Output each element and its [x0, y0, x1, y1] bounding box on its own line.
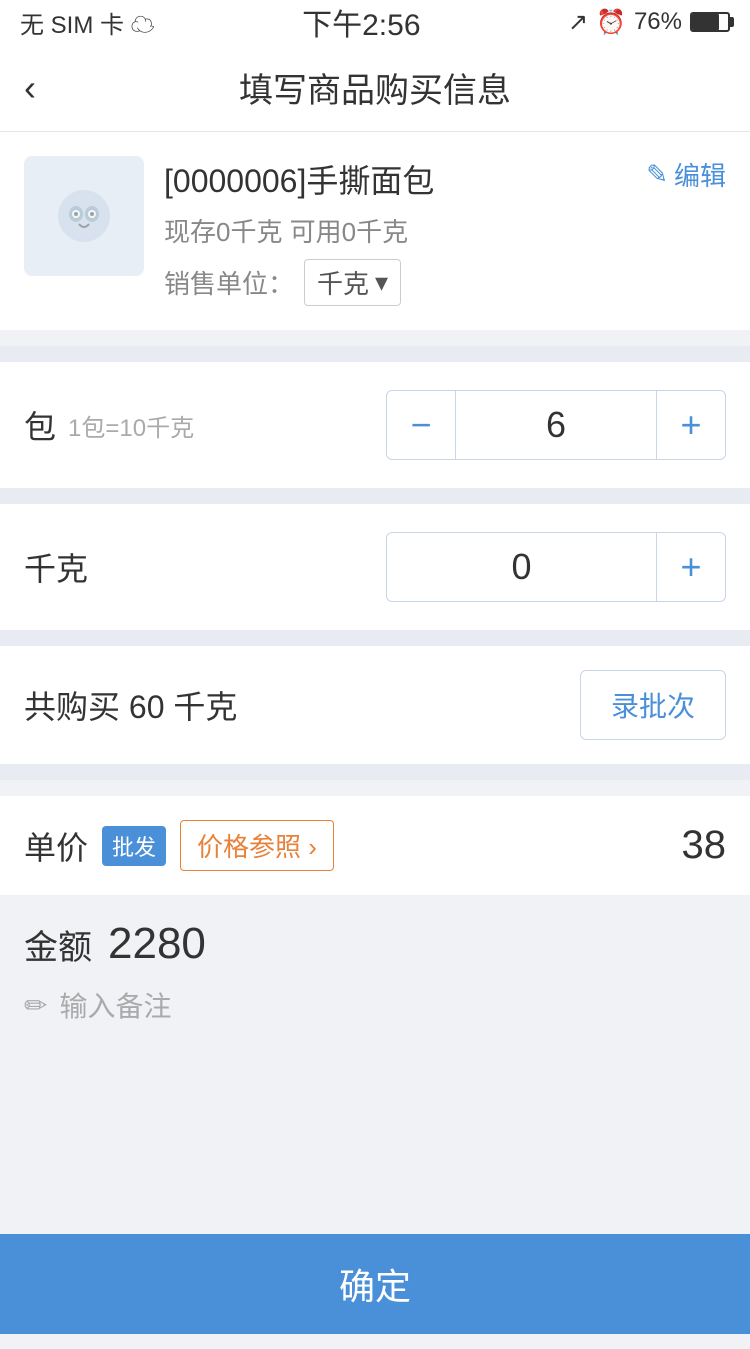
- back-button[interactable]: ‹: [24, 67, 36, 109]
- bao-controls: − +: [386, 390, 726, 460]
- remark-text: 输入备注: [59, 985, 171, 1025]
- product-info: [0000006]手撕面包 ✎ 编辑 现存0千克 可用0千克 销售单位： 千克 …: [164, 156, 726, 306]
- page-title: 填写商品购买信息: [239, 63, 511, 112]
- nav-bar: ‹ 填写商品购买信息: [0, 44, 750, 132]
- status-bar: 无 SIM 卡 ☁ 下午2:56 ↗ ⏰ 76%: [0, 0, 750, 44]
- separator-2: [0, 488, 750, 504]
- pencil-icon: ✏: [24, 989, 47, 1022]
- bao-plus-button[interactable]: +: [656, 390, 726, 460]
- kg-controls: +: [386, 532, 726, 602]
- amount-section: 金额 2280 ✏ 输入备注: [0, 895, 750, 1049]
- product-header: [0000006]手撕面包 ✎ 编辑: [164, 156, 726, 212]
- kg-section: 千克 +: [0, 504, 750, 630]
- bao-label: 包 1包=10千克: [24, 402, 194, 448]
- kg-row: 千克 +: [24, 504, 726, 630]
- price-left: 单价 批发 价格参照 ›: [24, 820, 334, 871]
- product-image: [24, 156, 144, 276]
- unit-select[interactable]: 千克 ▾: [304, 259, 401, 306]
- remark-row[interactable]: ✏ 输入备注: [24, 985, 726, 1025]
- battery-icon: [690, 12, 730, 32]
- product-unit: 销售单位： 千克 ▾: [164, 259, 726, 306]
- status-time: 下午2:56: [302, 0, 420, 44]
- edit-icon: ✎: [646, 159, 668, 190]
- dropdown-icon: ▾: [375, 267, 388, 298]
- product-section: [0000006]手撕面包 ✎ 编辑 现存0千克 可用0千克 销售单位： 千克 …: [0, 132, 750, 330]
- amount-row: 金额 2280: [24, 919, 726, 969]
- kg-input[interactable]: [386, 532, 656, 602]
- separator-4: [0, 764, 750, 780]
- alarm-icon: ⏰: [596, 8, 626, 37]
- confirm-button[interactable]: 确定: [0, 1234, 750, 1334]
- product-logo-icon: [54, 186, 114, 246]
- total-text: 共购买 60 千克: [24, 682, 237, 728]
- price-ref-button[interactable]: 价格参照 ›: [180, 820, 334, 871]
- product-name: [0000006]手撕面包: [164, 156, 434, 202]
- bao-minus-button[interactable]: −: [386, 390, 456, 460]
- sim-status: 无 SIM 卡 ☁: [20, 5, 155, 40]
- product-stock: 现存0千克 可用0千克: [164, 212, 726, 249]
- bao-input[interactable]: [456, 390, 656, 460]
- bao-row: 包 1包=10千克 − +: [24, 362, 726, 488]
- price-section: 单价 批发 价格参照 › 38: [0, 796, 750, 895]
- gps-icon: ↗: [568, 8, 588, 37]
- amount-label: 金额: [24, 920, 92, 969]
- price-label: 单价: [24, 823, 88, 869]
- price-value: 38: [682, 823, 727, 868]
- batch-button[interactable]: 录批次: [580, 670, 726, 740]
- edit-button[interactable]: ✎ 编辑: [646, 156, 726, 193]
- separator-1: [0, 346, 750, 362]
- bao-section: 包 1包=10千克 − +: [0, 362, 750, 488]
- total-section: 共购买 60 千克 录批次: [0, 646, 750, 764]
- separator-3: [0, 630, 750, 646]
- battery-level: 76%: [634, 8, 682, 36]
- kg-plus-button[interactable]: +: [656, 532, 726, 602]
- status-left: 无 SIM 卡 ☁: [20, 5, 155, 40]
- kg-label: 千克: [24, 544, 88, 590]
- price-tag: 批发: [102, 826, 166, 866]
- amount-value: 2280: [108, 919, 206, 969]
- bao-hint: 1包=10千克: [68, 408, 194, 443]
- status-right: ↗ ⏰ 76%: [568, 8, 730, 37]
